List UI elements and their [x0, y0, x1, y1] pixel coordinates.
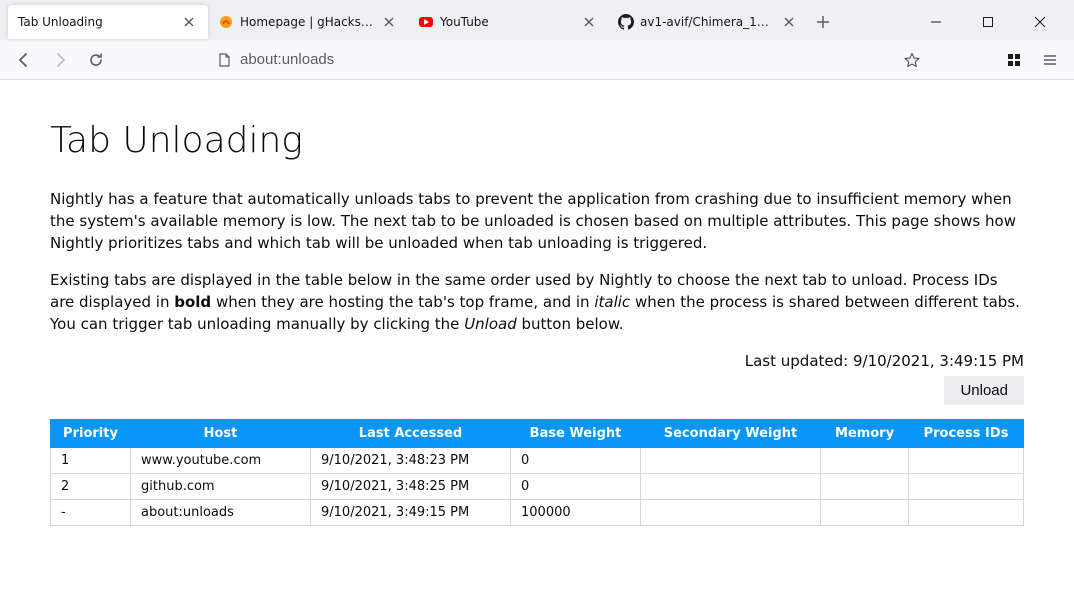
page-icon: [216, 52, 232, 68]
github-icon: [618, 14, 634, 30]
cell-priority: 2: [51, 473, 131, 499]
cell-memory: [821, 473, 909, 499]
window-controls: [914, 7, 1066, 37]
cell-host: www.youtube.com: [131, 447, 311, 473]
cell-host: github.com: [131, 473, 311, 499]
table-row: -about:unloads9/10/2021, 3:49:15 PM10000…: [51, 499, 1024, 525]
url-input[interactable]: [240, 51, 892, 68]
minimize-button[interactable]: [914, 7, 958, 37]
reload-button[interactable]: [80, 44, 112, 76]
table-header-row: Priority Host Last Accessed Base Weight …: [51, 419, 1024, 447]
cell-secondary_weight: [641, 447, 821, 473]
intro-text: Nightly has a feature that automatically…: [50, 189, 1024, 336]
col-host: Host: [131, 419, 311, 447]
cell-memory: [821, 447, 909, 473]
back-button[interactable]: [8, 44, 40, 76]
ghacks-icon: [218, 14, 234, 30]
unload-button[interactable]: Unload: [944, 376, 1024, 405]
cell-last_accessed: 9/10/2021, 3:48:25 PM: [311, 473, 511, 499]
cell-last_accessed: 9/10/2021, 3:48:23 PM: [311, 447, 511, 473]
navigation-toolbar: [0, 40, 1074, 80]
col-memory: Memory: [821, 419, 909, 447]
meta-section: Last updated: 9/10/2021, 3:49:15 PM Unlo…: [50, 352, 1024, 405]
tab-github[interactable]: av1-avif/Chimera_10bit_cropped: [608, 5, 808, 39]
cell-base_weight: 100000: [511, 499, 641, 525]
cell-process_ids: [909, 447, 1024, 473]
page-title: Tab Unloading: [50, 120, 1024, 161]
tab-youtube[interactable]: YouTube: [408, 5, 608, 39]
cell-process_ids: [909, 473, 1024, 499]
app-menu-button[interactable]: [1034, 44, 1066, 76]
intro-paragraph-2: Existing tabs are displayed in the table…: [50, 270, 1024, 335]
col-process-ids: Process IDs: [909, 419, 1024, 447]
col-last-accessed: Last Accessed: [311, 419, 511, 447]
table-row: 2github.com9/10/2021, 3:48:25 PM0: [51, 473, 1024, 499]
cell-base_weight: 0: [511, 473, 641, 499]
close-icon[interactable]: [780, 13, 798, 31]
col-base-weight: Base Weight: [511, 419, 641, 447]
youtube-icon: [418, 14, 434, 30]
close-icon[interactable]: [180, 13, 198, 31]
cell-secondary_weight: [641, 499, 821, 525]
url-bar[interactable]: [206, 44, 934, 76]
cell-priority: 1: [51, 447, 131, 473]
tab-title: av1-avif/Chimera_10bit_cropped: [640, 15, 774, 29]
close-icon[interactable]: [380, 13, 398, 31]
cell-process_ids: [909, 499, 1024, 525]
cell-last_accessed: 9/10/2021, 3:49:15 PM: [311, 499, 511, 525]
new-tab-button[interactable]: [808, 7, 838, 37]
close-window-button[interactable]: [1018, 7, 1062, 37]
cell-memory: [821, 499, 909, 525]
bookmark-star-icon[interactable]: [900, 48, 924, 72]
table-row: 1www.youtube.com9/10/2021, 3:48:23 PM0: [51, 447, 1024, 473]
intro-paragraph-1: Nightly has a feature that automatically…: [50, 189, 1024, 254]
cell-host: about:unloads: [131, 499, 311, 525]
tab-title: YouTube: [440, 15, 574, 29]
cell-base_weight: 0: [511, 447, 641, 473]
page-content: Tab Unloading Nightly has a feature that…: [0, 80, 1074, 610]
col-secondary-weight: Secondary Weight: [641, 419, 821, 447]
close-icon[interactable]: [580, 13, 598, 31]
forward-button[interactable]: [44, 44, 76, 76]
cell-priority: -: [51, 499, 131, 525]
tab-title: Tab Unloading: [18, 15, 174, 29]
last-updated: Last updated: 9/10/2021, 3:49:15 PM: [745, 352, 1024, 370]
cell-secondary_weight: [641, 473, 821, 499]
tab-unloading[interactable]: Tab Unloading: [8, 5, 208, 39]
tab-ghacks[interactable]: Homepage | gHacks Technology: [208, 5, 408, 39]
maximize-button[interactable]: [966, 7, 1010, 37]
tab-strip: Tab Unloading Homepage | gHacks Technolo…: [0, 0, 1074, 40]
tabs-table: Priority Host Last Accessed Base Weight …: [50, 419, 1024, 526]
tab-title: Homepage | gHacks Technology: [240, 15, 374, 29]
col-priority: Priority: [51, 419, 131, 447]
extensions-button[interactable]: [998, 44, 1030, 76]
